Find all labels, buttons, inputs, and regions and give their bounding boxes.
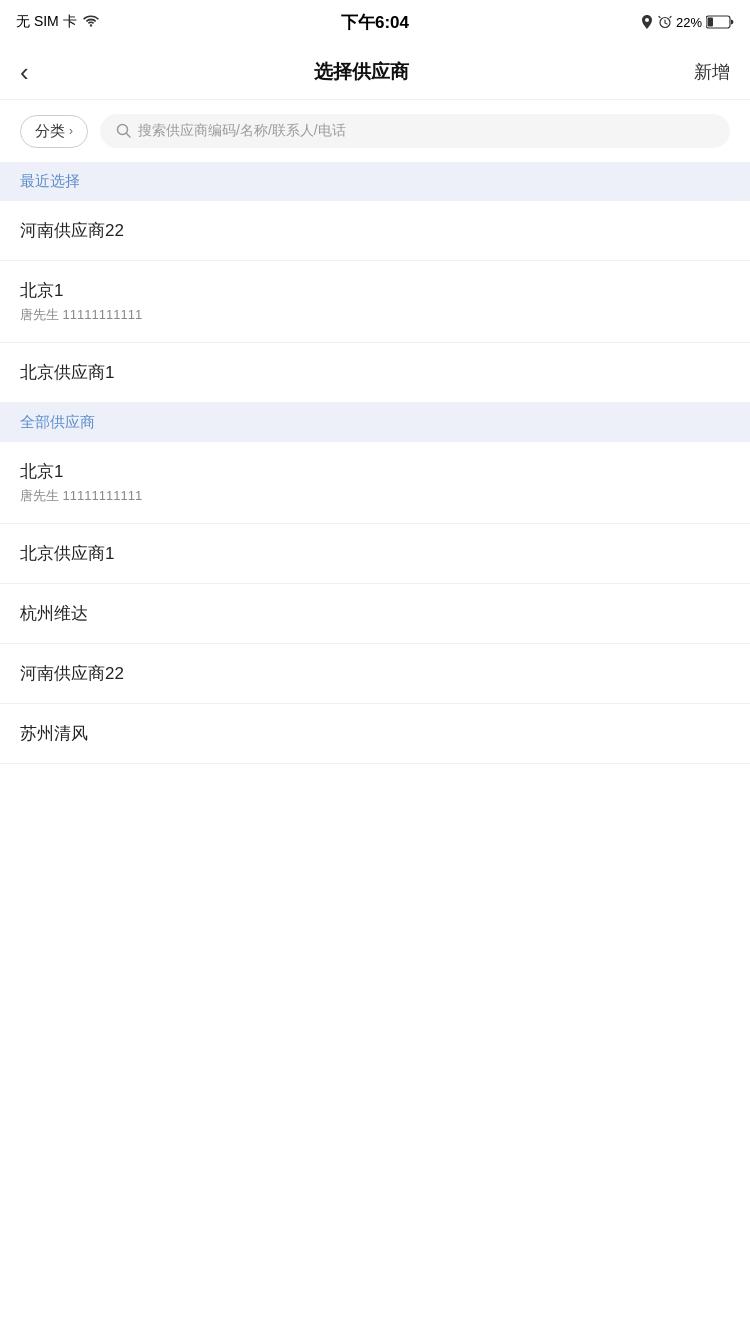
list-item[interactable]: 河南供应商22 bbox=[0, 201, 750, 261]
page-title: 选择供应商 bbox=[314, 59, 409, 85]
section-header-recent: 最近选择 bbox=[0, 162, 750, 201]
back-button[interactable]: ‹ bbox=[20, 59, 29, 85]
wifi-icon bbox=[83, 15, 101, 29]
status-time: 下午6:04 bbox=[341, 11, 409, 34]
no-sim-label: 无 SIM 卡 bbox=[16, 13, 77, 31]
list-item[interactable]: 北京供应商1 bbox=[0, 343, 750, 403]
alarm-icon bbox=[658, 15, 672, 29]
search-placeholder: 搜索供应商编码/名称/联系人/电话 bbox=[138, 122, 346, 140]
list-item[interactable]: 杭州维达 bbox=[0, 584, 750, 644]
item-name: 北京供应商1 bbox=[20, 361, 730, 384]
list-item[interactable]: 北京供应商1 bbox=[0, 524, 750, 584]
svg-rect-2 bbox=[708, 18, 714, 27]
item-name: 北京供应商1 bbox=[20, 542, 730, 565]
status-right: 22% bbox=[640, 15, 734, 30]
search-box[interactable]: 搜索供应商编码/名称/联系人/电话 bbox=[100, 114, 730, 148]
list-item[interactable]: 北京1 唐先生 11111111111 bbox=[0, 442, 750, 524]
item-sub: 唐先生 11111111111 bbox=[20, 487, 730, 505]
location-icon bbox=[640, 15, 654, 29]
item-name: 北京1 bbox=[20, 460, 730, 483]
chevron-right-icon: › bbox=[69, 124, 73, 138]
section-header-all: 全部供应商 bbox=[0, 403, 750, 442]
item-name: 河南供应商22 bbox=[20, 219, 730, 242]
battery-icon bbox=[706, 15, 734, 29]
item-name: 北京1 bbox=[20, 279, 730, 302]
list-item[interactable]: 苏州清风 bbox=[0, 704, 750, 764]
battery-label: 22% bbox=[676, 15, 702, 30]
supplier-list: 最近选择河南供应商22 北京1 唐先生 11111111111 北京供应商1 全部供应商… bbox=[0, 162, 750, 764]
add-button[interactable]: 新增 bbox=[694, 60, 730, 84]
item-sub: 唐先生 11111111111 bbox=[20, 306, 730, 324]
nav-bar: ‹ 选择供应商 新增 bbox=[0, 44, 750, 100]
item-name: 苏州清风 bbox=[20, 722, 730, 745]
item-name: 河南供应商22 bbox=[20, 662, 730, 685]
category-filter[interactable]: 分类 › bbox=[20, 115, 88, 148]
search-icon bbox=[116, 123, 132, 139]
category-label: 分类 bbox=[35, 122, 65, 141]
list-item[interactable]: 河南供应商22 bbox=[0, 644, 750, 704]
status-left: 无 SIM 卡 bbox=[16, 13, 101, 31]
status-bar: 无 SIM 卡 下午6:04 22% bbox=[0, 0, 750, 44]
list-item[interactable]: 北京1 唐先生 11111111111 bbox=[0, 261, 750, 343]
item-name: 杭州维达 bbox=[20, 602, 730, 625]
filter-bar: 分类 › 搜索供应商编码/名称/联系人/电话 bbox=[0, 100, 750, 162]
